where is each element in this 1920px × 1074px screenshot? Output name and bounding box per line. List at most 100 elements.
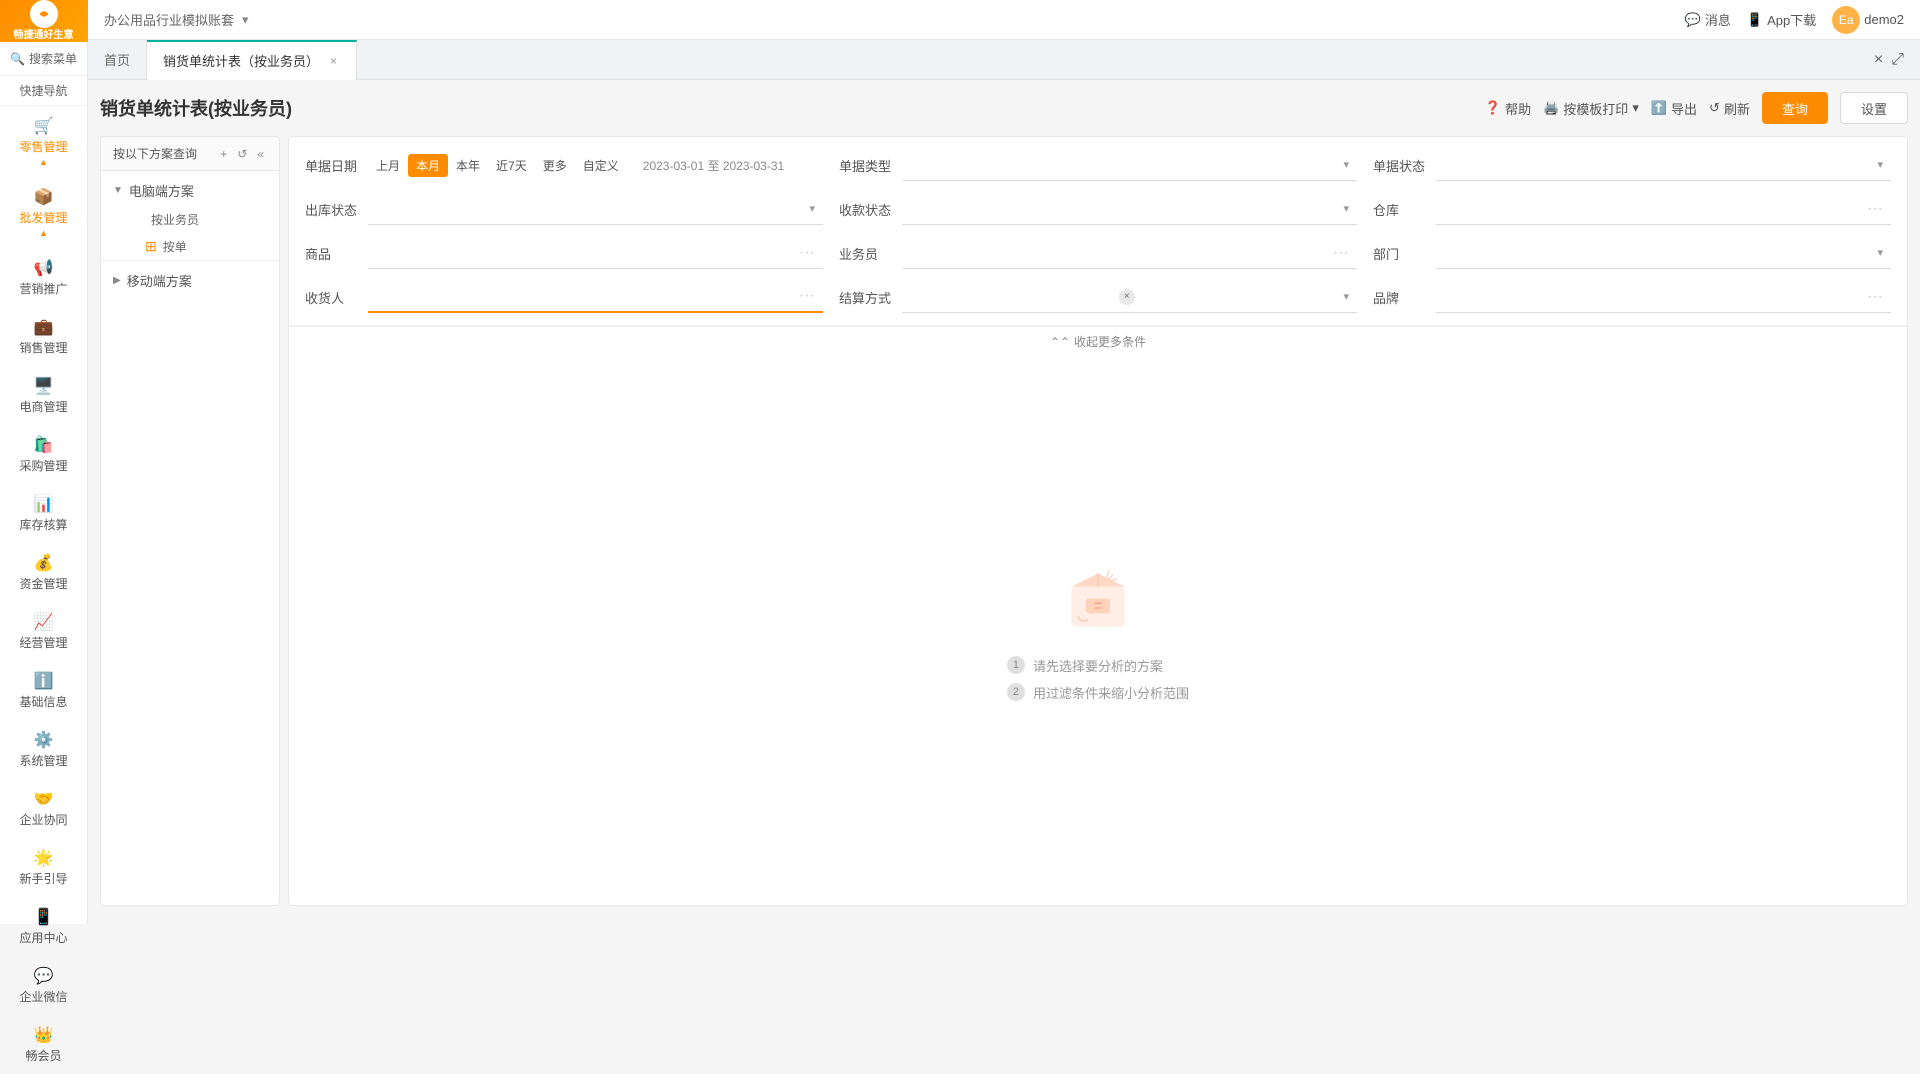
export-btn[interactable]: ⬆️ 导出 (1651, 99, 1697, 118)
date-tabs: 上月 本月 本年 近7天 更多 自定义 (368, 154, 627, 177)
tab-sales-stat[interactable]: 销货单统计表（按业务员） × (147, 40, 357, 80)
settlement-clear-btn[interactable]: × (1119, 289, 1135, 305)
scheme-collapse-btn[interactable]: « (254, 146, 267, 162)
doc-type-control[interactable]: ▾ (902, 149, 1357, 181)
desktop-arrow: ▼ (113, 185, 123, 196)
goods-more-icon[interactable]: ··· (799, 244, 815, 262)
recipient-control[interactable]: ··· (368, 281, 823, 313)
sidebar-item-retail[interactable]: 🛒 零售管理 ▲ (0, 106, 87, 177)
tab-bar: 首页 销货单统计表（按业务员） × × ⤢ (88, 40, 1920, 80)
exit-status-arrow: ▾ (809, 202, 815, 215)
filter-content: 单据日期 上月 本月 本年 近7天 更多 自定义 20 (289, 137, 1907, 326)
search-menu-item[interactable]: 🔍 搜索菜单 (0, 42, 87, 76)
settlement-control[interactable]: × ▾ (902, 281, 1357, 313)
salesman-more-icon[interactable]: ··· (1333, 244, 1349, 262)
collapse-row: ⌃⌃ 收起更多条件 (289, 326, 1907, 356)
sidebar-item-operations[interactable]: 📈 经营管理 (0, 602, 87, 661)
department-field: 部门 ▾ (1373, 237, 1891, 269)
scheme-by-order[interactable]: ⊞ 按单 (101, 233, 279, 260)
template-print-btn[interactable]: 🖨️ 按模板打印 ▾ (1543, 99, 1639, 118)
purchase-label: 采购管理 (19, 457, 67, 474)
tip-1-num: 1 (1007, 656, 1025, 674)
mobile-scheme-item[interactable]: ▶ 移动端方案 (101, 265, 279, 296)
collapse-button[interactable]: ⌃⌃ 收起更多条件 (1050, 333, 1146, 350)
exit-status-control[interactable]: ▾ (368, 193, 823, 225)
sidebar-item-app-center[interactable]: 📱 应用中心 (0, 897, 87, 956)
recipient-more-icon[interactable]: ··· (799, 287, 815, 305)
top-header: 办公用品行业模拟账套 ▾ 💬 消息 📱 App下载 Ea demo2 (88, 0, 1920, 40)
tab-close-btn[interactable]: × (327, 53, 340, 69)
help-btn[interactable]: ❓ 帮助 (1485, 99, 1531, 118)
department-control[interactable]: ▾ (1436, 237, 1891, 269)
sidebar-item-newbie[interactable]: 🌟 新手引导 (0, 838, 87, 897)
sidebar-item-sales[interactable]: 💼 销售管理 (0, 307, 87, 366)
sidebar-item-system[interactable]: ⚙️ 系统管理 (0, 720, 87, 779)
wholesale-label: 批发管理 (19, 209, 67, 226)
sidebar-item-basic-info[interactable]: ℹ️ 基础信息 (0, 661, 87, 720)
date-tab-this-year[interactable]: 本年 (448, 154, 488, 177)
warehouse-more-icon[interactable]: ··· (1867, 200, 1883, 218)
app-download-btn[interactable]: 📱 App下载 (1747, 10, 1816, 29)
scheme-by-salesman[interactable]: 按业务员 (101, 206, 279, 233)
date-label: 单据日期 (305, 156, 360, 175)
sidebar-item-enterprise[interactable]: 🤝 企业协同 (0, 779, 87, 838)
app-logo[interactable]: 畅捷通好生意 (0, 0, 88, 42)
sidebar-item-purchase[interactable]: 🛍️ 采购管理 (0, 425, 87, 484)
quick-nav-item[interactable]: 快捷导航 (0, 76, 87, 106)
messages-btn[interactable]: 💬 消息 (1685, 10, 1731, 29)
app-download-icon: 📱 (1747, 12, 1763, 28)
brand-field: 品牌 ··· (1373, 281, 1891, 313)
tab-close-all-icon[interactable]: × (1874, 51, 1883, 69)
retail-icon: 🛒 (34, 116, 54, 136)
sales-icon: 💼 (34, 317, 54, 337)
salesman-control[interactable]: ··· (902, 237, 1357, 269)
date-tab-more[interactable]: 更多 (535, 154, 575, 177)
warehouse-field: 仓库 ··· (1373, 193, 1891, 225)
basic-info-label: 基础信息 (19, 693, 67, 710)
marketing-icon: 📢 (34, 258, 54, 278)
app-dropdown-icon[interactable]: ▾ (242, 12, 249, 28)
settings-button[interactable]: 设置 (1840, 92, 1908, 124)
sidebar-item-wechat[interactable]: 💬 企业微信 (0, 956, 87, 1015)
by-salesman-label: 按业务员 (151, 211, 199, 228)
date-tab-7days[interactable]: 近7天 (488, 154, 535, 177)
brand-label: 品牌 (1373, 288, 1428, 307)
tab-home[interactable]: 首页 (88, 40, 147, 80)
date-field: 单据日期 上月 本月 本年 近7天 更多 自定义 20 (305, 154, 823, 177)
sidebar-item-finance[interactable]: 💰 资金管理 (0, 543, 87, 602)
sidebar-item-ecommerce[interactable]: 🖥️ 电商管理 (0, 366, 87, 425)
template-print-arrow: ▾ (1632, 100, 1639, 116)
brand-control[interactable]: ··· (1436, 281, 1891, 313)
search-menu-label: 搜索菜单 (29, 50, 77, 67)
sidebar-item-inventory[interactable]: 📊 库存核算 (0, 484, 87, 543)
date-tab-custom[interactable]: 自定义 (575, 154, 627, 177)
newbie-label: 新手引导 (19, 870, 67, 887)
sidebar: 畅捷通好生意 🔍 搜索菜单 快捷导航 🛒 零售管理 ▲ 📦 批发管理 ▲ 📢 营… (0, 0, 88, 924)
sidebar-item-wholesale[interactable]: 📦 批发管理 ▲ (0, 177, 87, 248)
collection-status-control[interactable]: ▾ (902, 193, 1357, 225)
query-button[interactable]: 查询 (1762, 92, 1828, 124)
settlement-label: 结算方式 (839, 288, 894, 307)
sidebar-item-member[interactable]: 👑 畅会员 (0, 1015, 87, 1074)
search-icon: 🔍 (10, 52, 25, 66)
doc-status-control[interactable]: ▾ (1436, 149, 1891, 181)
app-name-label: 办公用品行业模拟账套 (104, 10, 234, 29)
scheme-refresh-btn[interactable]: ↺ (234, 146, 250, 162)
user-menu[interactable]: Ea demo2 (1832, 6, 1904, 34)
system-label: 系统管理 (19, 752, 67, 769)
retail-label: 零售管理 (19, 138, 67, 155)
brand-more-icon[interactable]: ··· (1867, 288, 1883, 306)
tab-expand-icon[interactable]: ⤢ (1891, 51, 1904, 69)
tip-1: 1 请先选择要分析的方案 (1007, 656, 1189, 675)
sidebar-item-marketing[interactable]: 📢 营销推广 (0, 248, 87, 307)
goods-control[interactable]: ··· (368, 237, 823, 269)
doc-type-arrow: ▾ (1343, 158, 1349, 171)
refresh-btn[interactable]: ↺ 刷新 (1709, 99, 1750, 118)
warehouse-control[interactable]: ··· (1436, 193, 1891, 225)
date-tab-this-month[interactable]: 本月 (408, 154, 448, 177)
desktop-scheme-item[interactable]: ▼ 电脑端方案 (101, 175, 279, 206)
user-name: demo2 (1864, 12, 1904, 27)
scheme-add-btn[interactable]: + (217, 146, 230, 162)
date-tab-last-month[interactable]: 上月 (368, 154, 408, 177)
tip-1-text: 请先选择要分析的方案 (1033, 656, 1163, 675)
